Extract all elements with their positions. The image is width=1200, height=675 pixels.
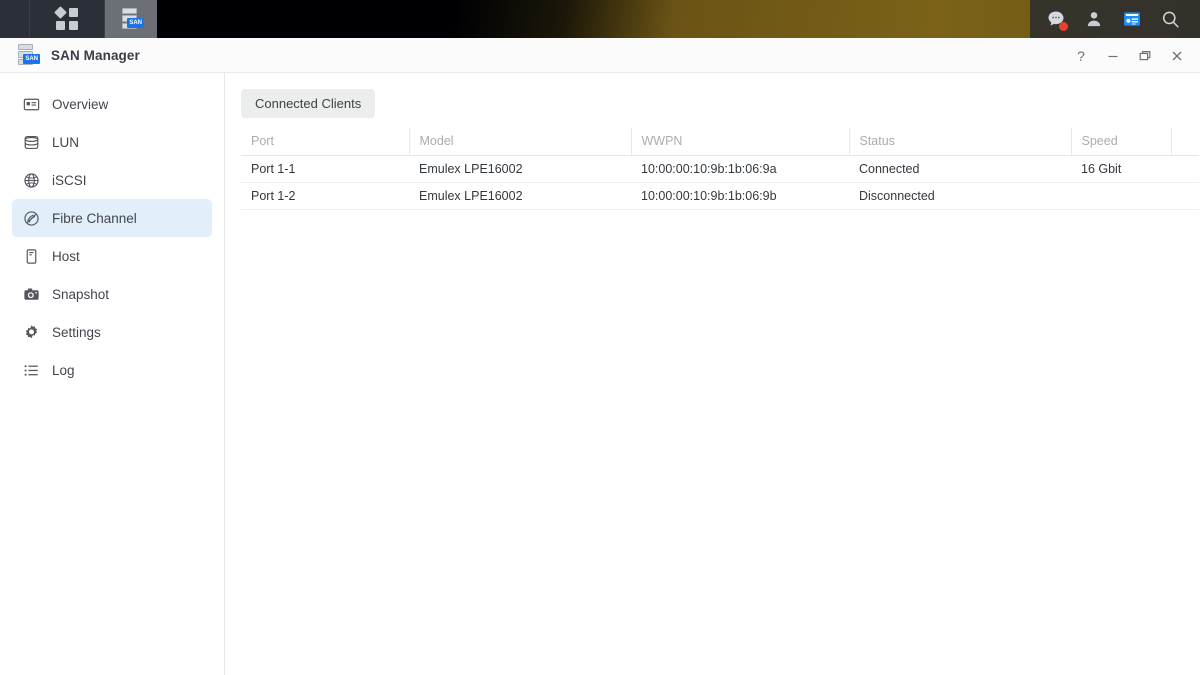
notifications-icon[interactable] — [1044, 7, 1068, 31]
fibre-channel-ports-table: Port Model WWPN Status Speed Port 1-1 Em… — [241, 128, 1199, 210]
window-app-icon: SAN — [15, 43, 40, 67]
sidebar-item-label: Host — [52, 248, 80, 264]
taskbar-right-group — [1030, 0, 1200, 38]
sidebar: Overview LUN iSCSI Fibre Channel Host Sn… — [0, 73, 225, 675]
table-header-row: Port Model WWPN Status Speed — [241, 128, 1199, 156]
cell-spacer — [1171, 155, 1199, 183]
window-title: SAN Manager — [51, 47, 140, 63]
column-header-wwpn[interactable]: WWPN — [631, 128, 850, 156]
sidebar-item-label: Overview — [52, 96, 109, 112]
sidebar-item-label: LUN — [52, 134, 80, 150]
iscsi-globe-icon — [22, 171, 40, 189]
window-titlebar[interactable]: SAN SAN Manager ? — [0, 38, 1200, 73]
cell-model: Emulex LPE16002 — [409, 182, 631, 210]
column-header-status[interactable]: Status — [849, 128, 1072, 156]
taskbar-app-san-manager[interactable]: SAN — [105, 0, 157, 38]
sidebar-item-lun[interactable]: LUN — [12, 123, 212, 161]
cell-wwpn: 10:00:00:10:9b:1b:06:9b — [631, 182, 849, 210]
minimize-button[interactable] — [1098, 41, 1128, 71]
cell-spacer — [1171, 182, 1199, 210]
sidebar-item-host[interactable]: Host — [12, 237, 212, 275]
cell-model: Emulex LPE16002 — [409, 155, 631, 183]
sidebar-item-label: Log — [52, 362, 75, 378]
sidebar-item-label: iSCSI — [52, 172, 87, 188]
search-icon[interactable] — [1158, 7, 1182, 31]
host-icon — [22, 247, 40, 265]
sidebar-item-fibre-channel[interactable]: Fibre Channel — [12, 199, 212, 237]
sidebar-item-snapshot[interactable]: Snapshot — [12, 275, 212, 313]
notification-badge-dot — [1059, 22, 1068, 31]
window-san-badge: SAN — [23, 54, 40, 64]
table-row[interactable]: Port 1-2 Emulex LPE16002 10:00:00:10:9b:… — [241, 182, 1199, 210]
log-list-icon — [22, 361, 40, 379]
sidebar-item-overview[interactable]: Overview — [12, 85, 212, 123]
user-account-icon[interactable] — [1082, 7, 1106, 31]
column-header-spacer — [1171, 128, 1199, 156]
cell-wwpn: 10:00:00:10:9b:1b:06:9a — [631, 155, 849, 183]
san-manager-window: SAN SAN Manager ? Overview LUN iSCSI Fib… — [0, 38, 1200, 675]
san-manager-icon: SAN — [119, 7, 144, 31]
taskbar-empty-area — [157, 0, 1030, 38]
snapshot-camera-icon — [22, 285, 40, 303]
cell-speed: 16 Gbit — [1071, 155, 1171, 183]
table-row[interactable]: Port 1-1 Emulex LPE16002 10:00:00:10:9b:… — [241, 155, 1199, 183]
tab-connected-clients[interactable]: Connected Clients — [241, 89, 376, 118]
close-button[interactable] — [1162, 41, 1192, 71]
status-badge: Disconnected — [849, 182, 1071, 210]
sidebar-item-label: Fibre Channel — [52, 210, 137, 226]
column-header-model[interactable]: Model — [409, 128, 632, 156]
taskbar-left-group: SAN — [0, 0, 157, 38]
maximize-button[interactable] — [1130, 41, 1160, 71]
sidebar-item-label: Snapshot — [52, 286, 110, 302]
main-menu-button[interactable] — [30, 0, 105, 38]
column-header-port[interactable]: Port — [241, 128, 410, 156]
status-badge: Connected — [849, 155, 1071, 183]
overview-icon — [22, 95, 40, 113]
widgets-icon[interactable] — [1120, 7, 1144, 31]
tabbar: Connected Clients — [241, 89, 1200, 128]
main-content: Connected Clients Port Model WWPN Status… — [225, 73, 1200, 675]
lun-icon — [22, 133, 40, 151]
window-controls: ? — [1066, 38, 1192, 73]
cell-port: Port 1-2 — [241, 182, 409, 210]
fibre-channel-icon — [22, 209, 40, 227]
help-button[interactable]: ? — [1066, 41, 1096, 71]
sidebar-item-settings[interactable]: Settings — [12, 313, 212, 351]
taskbar-left-spacer — [0, 0, 30, 38]
settings-gear-icon — [22, 323, 40, 341]
sidebar-item-log[interactable]: Log — [12, 351, 212, 389]
window-body: Overview LUN iSCSI Fibre Channel Host Sn… — [0, 73, 1200, 675]
cell-speed — [1071, 182, 1171, 210]
san-badge-label: SAN — [127, 18, 144, 28]
sidebar-item-iscsi[interactable]: iSCSI — [12, 161, 212, 199]
grid-menu-icon — [54, 6, 78, 30]
column-header-speed[interactable]: Speed — [1071, 128, 1172, 156]
taskbar: SAN — [0, 0, 1200, 38]
cell-port: Port 1-1 — [241, 155, 409, 183]
sidebar-item-label: Settings — [52, 324, 101, 340]
